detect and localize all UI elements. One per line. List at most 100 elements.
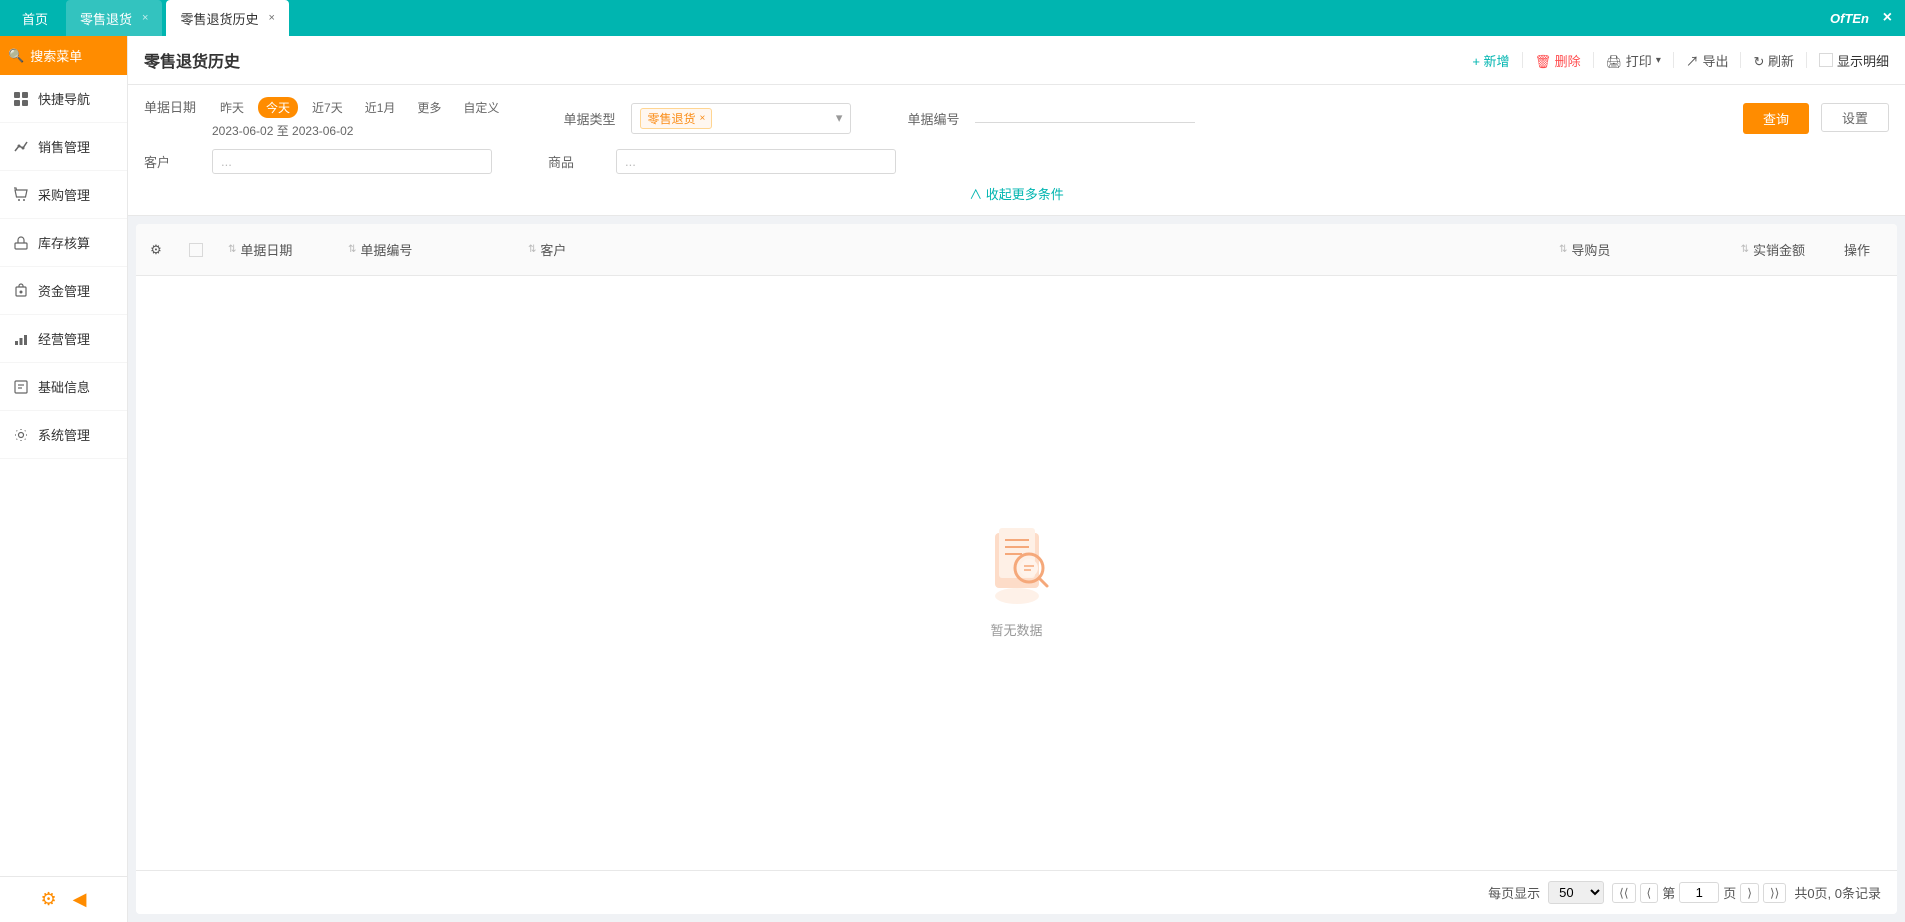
date-filter-options: 昨天 今天 近7天 近1月 更多 自定义 2023-06-02 至 2023-0… (212, 97, 507, 139)
tab-retail-return-history-close[interactable]: × (268, 12, 274, 24)
settings-gear-icon[interactable]: ⚙ (150, 242, 162, 258)
date-1month[interactable]: 近1月 (357, 97, 404, 118)
date-options: 昨天 今天 近7天 近1月 更多 自定义 (212, 97, 507, 118)
content-area: 零售退货历史 + 新增 🗑 删除 🖨 打印 ▾ ↗ 导出 (128, 36, 1905, 922)
pagination: 每页显示 50 20 100 ⟨⟨ ⟨ 第 页 ⟩ ⟩⟩ 共0页, 0条记录 (136, 870, 1897, 914)
export-label: ↗ 导出 (1686, 51, 1729, 70)
date-more[interactable]: 更多 (409, 97, 449, 118)
sidebar-item-operations[interactable]: 经营管理 (0, 315, 127, 363)
quick-nav-icon (12, 90, 30, 108)
sidebar-item-purchase-mgmt[interactable]: 采购管理 (0, 171, 127, 219)
th-guide[interactable]: ⇅ 导购员 (1547, 232, 1697, 267)
new-button[interactable]: + 新增 (1472, 51, 1509, 70)
show-detail-checkbox[interactable] (1819, 53, 1833, 67)
header-actions: + 新增 🗑 删除 🖨 打印 ▾ ↗ 导出 ↻ 刷新 (1472, 51, 1889, 70)
delete-button[interactable]: 🗑 删除 (1535, 51, 1581, 70)
finance-label: 资金管理 (38, 281, 90, 300)
show-detail-label: 显示明细 (1837, 51, 1889, 70)
first-page-button[interactable]: ⟨⟨ (1612, 883, 1635, 903)
sidebar-item-inventory[interactable]: 库存核算 (0, 219, 127, 267)
goods-label: 商品 (548, 152, 608, 171)
th-checkbox[interactable] (176, 235, 216, 265)
sort-guide-icon: ⇅ (1559, 244, 1567, 255)
th-date[interactable]: ⇅ 单据日期 (216, 232, 336, 267)
total-label: 共0页, 0条记录 (1794, 883, 1881, 902)
search-menu[interactable]: 🔍 搜索菜单 (0, 36, 127, 75)
refresh-label: ↻ 刷新 (1753, 51, 1794, 70)
top-bar: 首页 零售退货 × 零售退货历史 × OfTEn × (0, 0, 1905, 36)
sales-mgmt-label: 销售管理 (38, 137, 90, 156)
sidebar-item-basic-info[interactable]: 基础信息 (0, 363, 127, 411)
sidebar-item-quick-nav[interactable]: 快捷导航 (0, 75, 127, 123)
goods-input[interactable]: ... (616, 149, 896, 174)
date-yesterday[interactable]: 昨天 (212, 97, 252, 118)
date-7days[interactable]: 近7天 (304, 97, 351, 118)
th-op: 操作 (1817, 232, 1897, 267)
customer-label: 客户 (144, 152, 204, 171)
sidebar: 🔍 搜索菜单 快捷导航 销售管理 采购管理 库存核算 (0, 36, 128, 922)
tab-retail-return-close[interactable]: × (142, 12, 148, 24)
next-page-button[interactable]: ⟩ (1740, 883, 1759, 903)
tab-retail-return[interactable]: 零售退货 × (66, 0, 162, 36)
filter-row-1: 单据日期 昨天 今天 近7天 近1月 更多 自定义 2023-06-02 至 2… (144, 97, 1889, 139)
collapse-label: ∧ 收起更多条件 (969, 184, 1064, 203)
tab-home[interactable]: 首页 (8, 0, 62, 36)
purchase-mgmt-label: 采购管理 (38, 185, 90, 204)
export-button[interactable]: ↗ 导出 (1686, 51, 1729, 70)
basic-info-label: 基础信息 (38, 377, 90, 396)
filter-right-section: 查询 设置 (1743, 103, 1889, 134)
search-icon: 🔍 (8, 48, 24, 64)
date-today[interactable]: 今天 (258, 97, 298, 118)
filter-row-2: 客户 ... 商品 ... (144, 149, 1889, 174)
system-icon (12, 426, 30, 444)
type-tag-close[interactable]: × (699, 113, 705, 124)
divider-4 (1740, 52, 1741, 68)
inventory-label: 库存核算 (38, 233, 90, 252)
operations-label: 经营管理 (38, 329, 90, 348)
refresh-button[interactable]: ↻ 刷新 (1753, 51, 1794, 70)
top-bar-right: OfTEn × (1830, 8, 1897, 28)
customer-input[interactable]: ... (212, 149, 492, 174)
new-label: + 新增 (1472, 51, 1509, 70)
setting-button[interactable]: 设置 (1821, 103, 1889, 132)
collapse-button[interactable]: ∧ 收起更多条件 (969, 184, 1064, 203)
window-close-button[interactable]: × (1877, 8, 1897, 28)
type-tag: 零售退货 × (640, 108, 712, 129)
last-page-button[interactable]: ⟩⟩ (1763, 883, 1786, 903)
per-page-select[interactable]: 50 20 100 (1548, 881, 1604, 904)
date-custom[interactable]: 自定义 (455, 97, 507, 118)
th-no[interactable]: ⇅ 单据编号 (336, 232, 516, 267)
prev-page-button[interactable]: ⟨ (1640, 883, 1659, 903)
th-date-label: 单据日期 (240, 240, 292, 259)
per-page-label: 每页显示 (1488, 883, 1540, 902)
inventory-icon (12, 234, 30, 252)
type-selector[interactable]: 零售退货 × ▾ (631, 103, 851, 134)
type-filter-group: 单据类型 零售退货 × ▾ (563, 103, 851, 134)
tab-retail-return-history[interactable]: 零售退货历史 × (166, 0, 288, 36)
query-button[interactable]: 查询 (1743, 103, 1809, 134)
collapse-sidebar-icon[interactable]: ◀ (73, 889, 87, 910)
print-dropdown-icon[interactable]: ▾ (1656, 55, 1661, 66)
customer-filter-group: 客户 ... (144, 149, 492, 174)
finance-icon (12, 282, 30, 300)
basic-info-icon (12, 378, 30, 396)
delete-label: 🗑 删除 (1535, 51, 1581, 70)
settings-bottom-icon[interactable]: ⚙ (41, 889, 57, 910)
type-label: 单据类型 (563, 109, 623, 128)
empty-text: 暂无数据 (990, 620, 1042, 639)
divider-3 (1673, 52, 1674, 68)
th-customer[interactable]: ⇅ 客户 (516, 232, 1547, 267)
sidebar-item-system[interactable]: 系统管理 (0, 411, 127, 459)
sidebar-item-sales-mgmt[interactable]: 销售管理 (0, 123, 127, 171)
show-detail[interactable]: 显示明细 (1819, 51, 1889, 70)
th-amount[interactable]: ⇅ 实销金额 (1697, 232, 1817, 267)
customer-placeholder: ... (221, 154, 232, 169)
select-all-checkbox[interactable] (189, 243, 203, 257)
page-input[interactable] (1679, 882, 1719, 903)
sidebar-item-finance[interactable]: 资金管理 (0, 267, 127, 315)
print-button[interactable]: 🖨 打印 ▾ (1606, 51, 1661, 70)
voucher-input[interactable] (975, 114, 1195, 123)
th-settings[interactable]: ⚙ (136, 234, 176, 266)
brand-text: OfTEn (1830, 11, 1869, 26)
quick-nav-label: 快捷导航 (38, 89, 90, 108)
